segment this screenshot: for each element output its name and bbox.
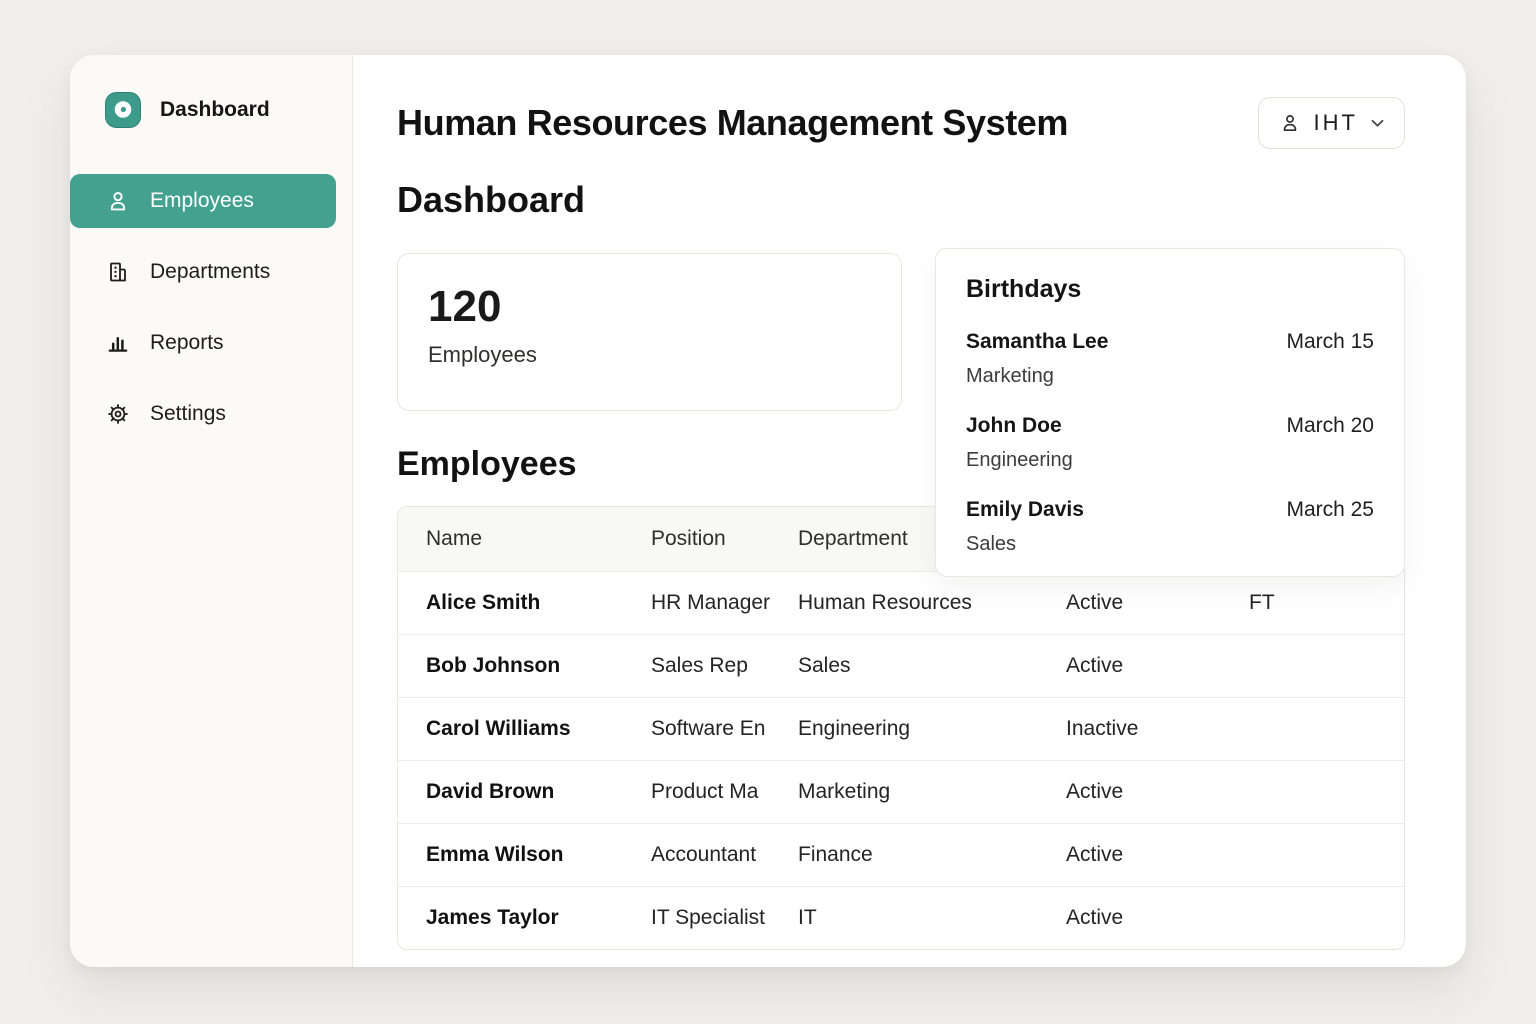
employee-type <box>1221 633 1404 697</box>
birthday-entry: John Doe March 20 Engineering <box>966 414 1374 472</box>
employee-position: HR Manager <box>623 570 770 634</box>
birthdays-title: Birthdays <box>966 275 1082 303</box>
employee-name: Carol Williams <box>398 696 623 760</box>
employee-type <box>1221 696 1404 760</box>
employee-position: Software En <box>623 696 770 760</box>
app-window: Dashboard Employees Departments Reports … <box>70 55 1466 967</box>
sidebar-item-reports[interactable]: Reports <box>70 316 336 370</box>
topbar: Human Resources Management System IHT <box>397 95 1405 151</box>
table-row: James Taylor IT Specialist IT Active <box>398 885 1404 949</box>
building-icon <box>105 259 131 285</box>
birthday-name: Emily Davis <box>966 498 1084 521</box>
chevron-down-icon <box>1371 119 1384 128</box>
employee-name: Bob Johnson <box>398 633 623 697</box>
column-header-position: Position <box>623 507 770 571</box>
employee-status: Active <box>1038 759 1221 823</box>
user-icon <box>105 188 131 214</box>
employee-department: Finance <box>770 822 1038 886</box>
app-logo-icon <box>105 92 141 128</box>
employee-name: Emma Wilson <box>398 822 623 886</box>
employee-status: Active <box>1038 633 1221 697</box>
user-icon <box>1279 112 1301 134</box>
sidebar-item-label: Settings <box>150 402 226 425</box>
birthday-date: March 20 <box>1286 414 1374 437</box>
employee-position: Sales Rep <box>623 633 770 697</box>
birthday-department: Sales <box>966 533 1017 555</box>
employee-status: Active <box>1038 570 1221 634</box>
employee-position: IT Specialist <box>623 885 770 949</box>
sidebar-item-employees[interactable]: Employees <box>70 174 336 228</box>
sidebar-item-label: Departments <box>150 260 271 283</box>
employee-count-label: Employees <box>428 342 537 367</box>
employee-department: Marketing <box>770 759 1038 823</box>
birthday-date: March 25 <box>1286 498 1374 521</box>
employee-name: Alice Smith <box>398 570 623 634</box>
user-menu-button[interactable]: IHT <box>1257 97 1405 149</box>
employee-department: IT <box>770 885 1038 949</box>
page-title: Dashboard <box>397 179 586 220</box>
employee-status: Active <box>1038 885 1221 949</box>
sidebar-brand-label: Dashboard <box>160 98 270 121</box>
employee-count-card: 120 Employees <box>397 253 902 411</box>
employee-name: James Taylor <box>398 885 623 949</box>
employee-status: Active <box>1038 822 1221 886</box>
employee-type <box>1221 822 1404 886</box>
sidebar-item-departments[interactable]: Departments <box>70 245 336 299</box>
employee-type: FT <box>1221 570 1404 634</box>
sidebar-item-label: Reports <box>150 331 224 354</box>
sidebar-nav: Employees Departments Reports Settings <box>70 174 352 441</box>
table-row: Alice Smith HR Manager Human Resources A… <box>398 570 1404 634</box>
table-row: David Brown Product Ma Marketing Active <box>398 759 1404 823</box>
user-menu-label: IHT <box>1313 110 1358 135</box>
employee-position: Accountant <box>623 822 770 886</box>
employee-count-value: 120 <box>428 282 502 331</box>
main-content: Human Resources Management System IHT Da… <box>353 55 1466 967</box>
birthday-name: John Doe <box>966 414 1062 437</box>
sidebar-item-settings[interactable]: Settings <box>70 387 336 441</box>
employee-status: Inactive <box>1038 696 1221 760</box>
birthday-department: Marketing <box>966 365 1054 387</box>
birthday-department: Engineering <box>966 449 1073 471</box>
birthday-entry: Emily Davis March 25 Sales <box>966 498 1374 556</box>
employee-department: Sales <box>770 633 1038 697</box>
column-header-name: Name <box>398 507 623 571</box>
employee-department: Human Resources <box>770 570 1038 634</box>
gear-icon <box>105 401 131 427</box>
employee-position: Product Ma <box>623 759 770 823</box>
birthday-entry: Samantha Lee March 15 Marketing <box>966 330 1374 388</box>
birthday-name: Samantha Lee <box>966 330 1109 353</box>
app-title: Human Resources Management System <box>397 102 1069 143</box>
sidebar-brand[interactable]: Dashboard <box>70 82 352 138</box>
table-row: Carol Williams Software En Engineering I… <box>398 696 1404 760</box>
employee-name: David Brown <box>398 759 623 823</box>
sidebar: Dashboard Employees Departments Reports … <box>70 55 353 967</box>
table-row: Bob Johnson Sales Rep Sales Active <box>398 633 1404 697</box>
table-row: Emma Wilson Accountant Finance Active <box>398 822 1404 886</box>
employee-type <box>1221 885 1404 949</box>
sidebar-item-label: Employees <box>150 189 254 212</box>
employee-type <box>1221 759 1404 823</box>
birthday-date: March 15 <box>1286 330 1374 353</box>
birthdays-card: Birthdays Samantha Lee March 15 Marketin… <box>935 248 1405 577</box>
bar-chart-icon <box>105 330 131 356</box>
employee-department: Engineering <box>770 696 1038 760</box>
